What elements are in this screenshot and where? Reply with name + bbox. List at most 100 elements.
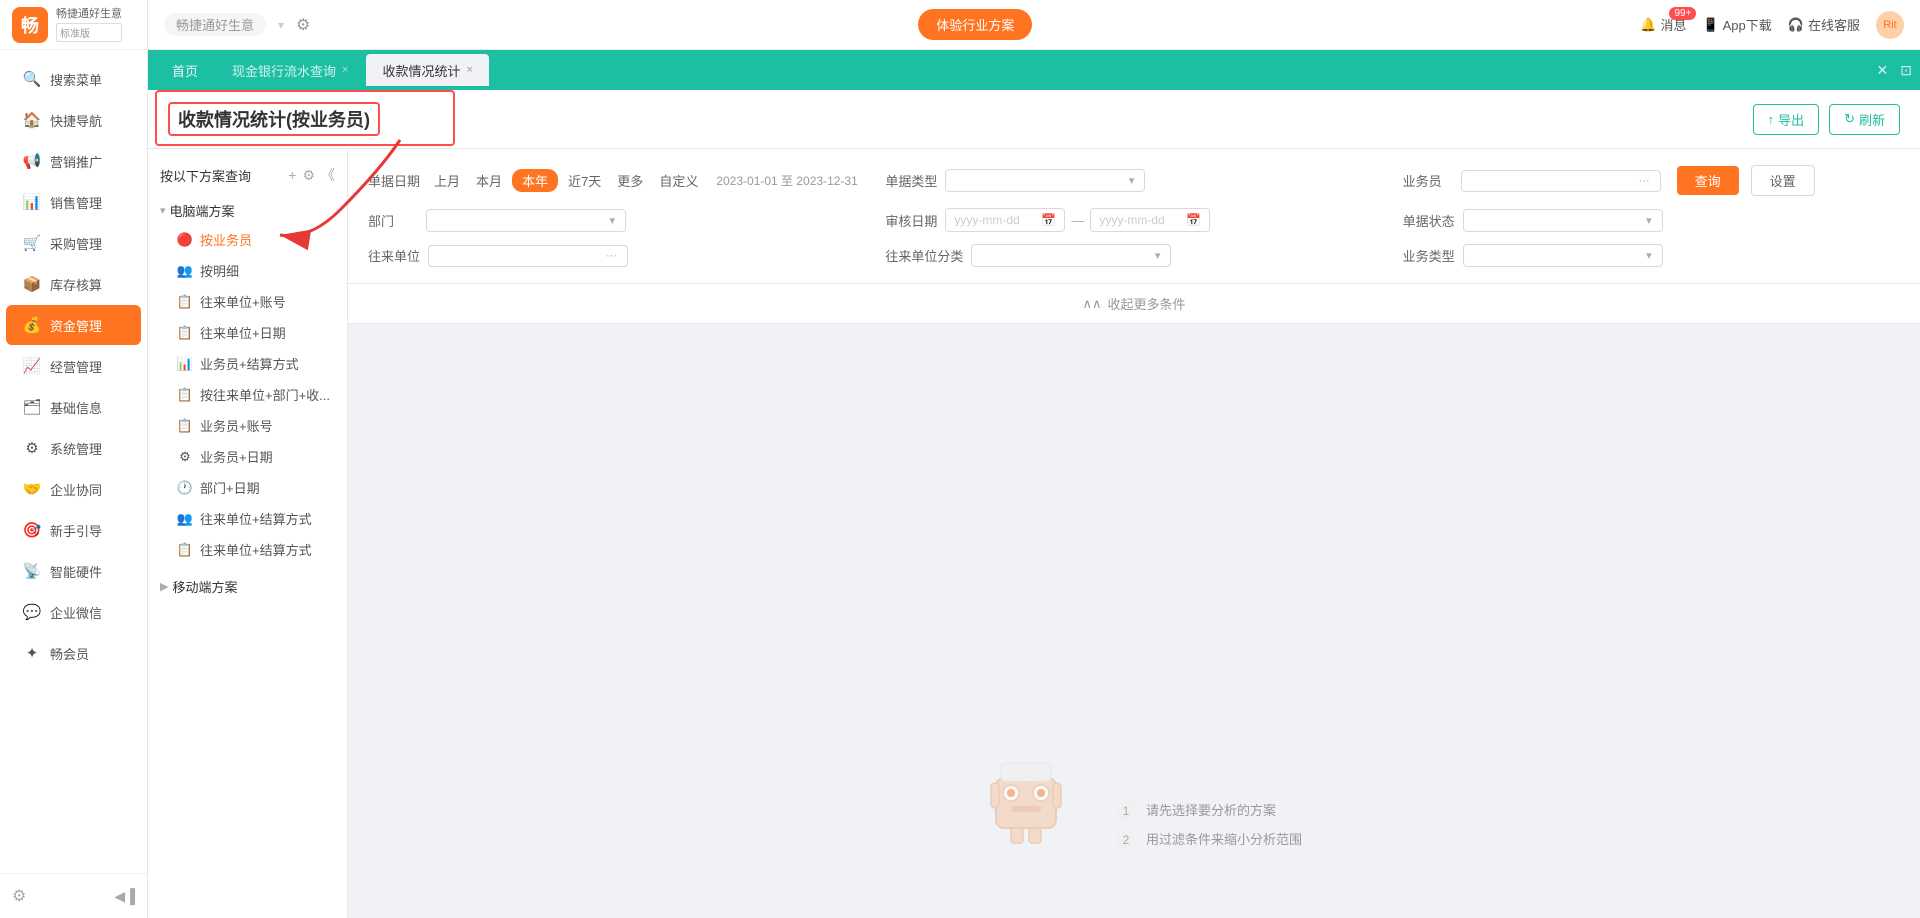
header-settings-icon[interactable]: ⚙ <box>296 15 310 35</box>
logo-text: 畅捷通好生意 <box>56 7 122 22</box>
date-tab-custom[interactable]: 自定义 <box>653 169 704 192</box>
sidebar-item-operations[interactable]: 📈 经营管理 <box>6 346 141 386</box>
date-tab-7days[interactable]: 近7天 <box>562 169 607 192</box>
scheme-settings-icon[interactable]: ⚙ <box>302 167 315 184</box>
export-icon: ↑ <box>1768 112 1775 127</box>
tab-bank[interactable]: 现金银行流水查询 × <box>216 54 364 86</box>
staff-select[interactable]: ··· <box>1461 170 1661 192</box>
scheme-sd-icon: ⚙ <box>176 448 194 466</box>
close-window-icon[interactable]: ✕ <box>1877 62 1889 79</box>
sidebar-item-inventory[interactable]: 📦 库存核算 <box>6 264 141 304</box>
sales-icon: 📊 <box>22 192 42 212</box>
scheme-item-staff-settlement[interactable]: 📊 业务员+结算方式 <box>148 348 347 379</box>
left-panel: 按以下方案查询 + ⚙ 《 ▾ 电脑端方案 🔴 按业务员 <box>148 149 348 918</box>
scheme-item-partner-settlement1[interactable]: 👥 往来单位+结算方式 <box>148 503 347 534</box>
partner-category-select[interactable]: ▾ <box>971 244 1171 267</box>
date-tab-more[interactable]: 更多 <box>611 169 649 192</box>
sidebar-item-vip[interactable]: ✦ 畅会员 <box>6 633 141 673</box>
filter-dept: 部门 ▾ <box>368 209 865 232</box>
tab-collection[interactable]: 收款情况统计 × <box>366 54 488 86</box>
tab-home[interactable]: 首页 <box>156 54 214 86</box>
export-label: 导出 <box>1778 110 1804 129</box>
export-button[interactable]: ↑ 导出 <box>1753 104 1820 135</box>
desktop-group-header[interactable]: ▾ 电脑端方案 <box>148 197 347 224</box>
filter-date: 单据日期 上月 本月 本年 近7天 更多 自定义 2023-01-01 至 20… <box>368 169 865 192</box>
sidebar-collapse-icon[interactable]: ◀▐ <box>114 888 135 905</box>
review-date-end[interactable]: yyyy-mm-dd 📅 <box>1090 208 1210 232</box>
trial-button[interactable]: 体验行业方案 <box>918 9 1032 40</box>
scheme-item-partner-dept[interactable]: 📋 按往来单位+部门+收... <box>148 379 347 410</box>
date-range-display: 2023-01-01 至 2023-12-31 <box>716 172 857 189</box>
panel-header-actions: + ⚙ 《 <box>288 165 335 185</box>
scheme-item-staff-date[interactable]: ⚙ 业务员+日期 <box>148 441 347 472</box>
review-date-start[interactable]: yyyy-mm-dd 📅 <box>945 208 1065 232</box>
scheme-item-partner-settlement2[interactable]: 📋 往来单位+结算方式 <box>148 534 347 565</box>
category-select[interactable]: ▾ <box>945 169 1145 192</box>
user-avatar[interactable]: Rit <box>1876 11 1904 39</box>
sidebar-item-label: 智能硬件 <box>50 562 102 581</box>
date-tab-this-month[interactable]: 本月 <box>470 169 508 192</box>
sidebar-item-basic[interactable]: 🗂 基础信息 <box>6 387 141 427</box>
dept-select[interactable]: ▾ <box>426 209 626 232</box>
date-tab-last-month[interactable]: 上月 <box>428 169 466 192</box>
sidebar-item-label: 系统管理 <box>50 439 102 458</box>
settings-button[interactable]: 设置 <box>1751 165 1815 196</box>
sidebar-item-guide[interactable]: 🎯 新手引导 <box>6 510 141 550</box>
mobile-group-header[interactable]: ▶ 移动端方案 <box>148 573 347 600</box>
collapse-more-bar[interactable]: ∧∧ 收起更多条件 <box>348 284 1920 324</box>
sidebar-settings-icon[interactable]: ⚙ <box>12 886 26 906</box>
query-button[interactable]: 查询 <box>1677 166 1739 195</box>
scheme-item-by-staff[interactable]: 🔴 按业务员 <box>148 224 347 255</box>
sidebar-item-wechat[interactable]: 💬 企业微信 <box>6 592 141 632</box>
sidebar-item-system[interactable]: ⚙ 系统管理 <box>6 428 141 468</box>
page-title: 收款情况统计(按业务员) <box>168 102 380 136</box>
app-download-button[interactable]: 📱 App下载 <box>1702 15 1771 34</box>
desktop-group-label: 电脑端方案 <box>170 201 235 220</box>
sidebar-item-enterprise[interactable]: 🤝 企业协同 <box>6 469 141 509</box>
collapse-panel-icon[interactable]: 《 <box>321 165 335 185</box>
scheme-item-label: 往来单位+结算方式 <box>200 509 312 528</box>
system-icon: ⚙ <box>22 438 42 458</box>
sidebar-item-sales[interactable]: 📊 销售管理 <box>6 182 141 222</box>
sidebar-item-purchase[interactable]: 🛒 采购管理 <box>6 223 141 263</box>
inventory-icon: 📦 <box>22 274 42 294</box>
scheme-item-by-detail[interactable]: 👥 按明细 <box>148 255 347 286</box>
header-right: 🔔 消息 99+ 📱 App下载 🎧 在线客服 Rit <box>1640 11 1904 39</box>
right-panel: 单据日期 上月 本月 本年 近7天 更多 自定义 2023-01-01 至 20… <box>348 149 1920 918</box>
filter-business-type: 业务类型 ▾ <box>1403 244 1900 267</box>
scheme-item-staff-account[interactable]: 📋 业务员+账号 <box>148 410 347 441</box>
scheme-ps1-icon: 👥 <box>176 510 194 528</box>
filter-status: 单据状态 ▾ <box>1403 209 1900 232</box>
chevron-down-icon: ▾ <box>1646 214 1652 227</box>
business-type-select[interactable]: ▾ <box>1463 244 1663 267</box>
date-tab-this-year[interactable]: 本年 <box>512 169 558 192</box>
tab-collection-close-icon[interactable]: × <box>466 64 472 76</box>
online-service-button[interactable]: 🎧 在线客服 <box>1788 15 1860 34</box>
scheme-pa-icon: 📋 <box>176 293 194 311</box>
sidebar-item-marketing[interactable]: 📢 营销推广 <box>6 141 141 181</box>
sidebar-item-label: 企业协同 <box>50 480 102 499</box>
partner-select[interactable]: ··· <box>428 245 628 267</box>
empty-step-1: 1 请先选择要分析的方案 <box>1116 800 1302 821</box>
maximize-window-icon[interactable]: ⊡ <box>1900 62 1912 79</box>
scheme-item-label: 按往来单位+部门+收... <box>200 385 330 404</box>
refresh-button[interactable]: ↻ 刷新 <box>1829 104 1900 135</box>
business-type-label: 业务类型 <box>1403 246 1455 265</box>
scheme-item-dept-date[interactable]: 🕐 部门+日期 <box>148 472 347 503</box>
sidebar-item-quick-nav[interactable]: 🏠 快捷导航 <box>6 100 141 140</box>
add-scheme-icon[interactable]: + <box>288 167 296 183</box>
status-select[interactable]: ▾ <box>1463 209 1663 232</box>
tab-bank-close-icon[interactable]: × <box>342 64 348 76</box>
chevron-down-icon: ▾ <box>609 214 615 227</box>
sidebar-item-hardware[interactable]: 📡 智能硬件 <box>6 551 141 591</box>
scheme-item-partner-date[interactable]: 📋 往来单位+日期 <box>148 317 347 348</box>
calendar-icon: 📅 <box>1041 213 1056 227</box>
scheme-item-label: 往来单位+日期 <box>200 323 286 342</box>
scheme-item-partner-account[interactable]: 📋 往来单位+账号 <box>148 286 347 317</box>
scheme-item-label: 业务员+结算方式 <box>200 354 299 373</box>
empty-step-2: 2 用过滤条件来缩小分析范围 <box>1116 829 1302 850</box>
sidebar-item-search[interactable]: 🔍 搜索菜单 <box>6 59 141 99</box>
category-label: 单据类型 <box>885 171 937 190</box>
sidebar-item-finance[interactable]: 💰 资金管理 <box>6 305 141 345</box>
message-button[interactable]: 🔔 消息 99+ <box>1640 15 1686 34</box>
